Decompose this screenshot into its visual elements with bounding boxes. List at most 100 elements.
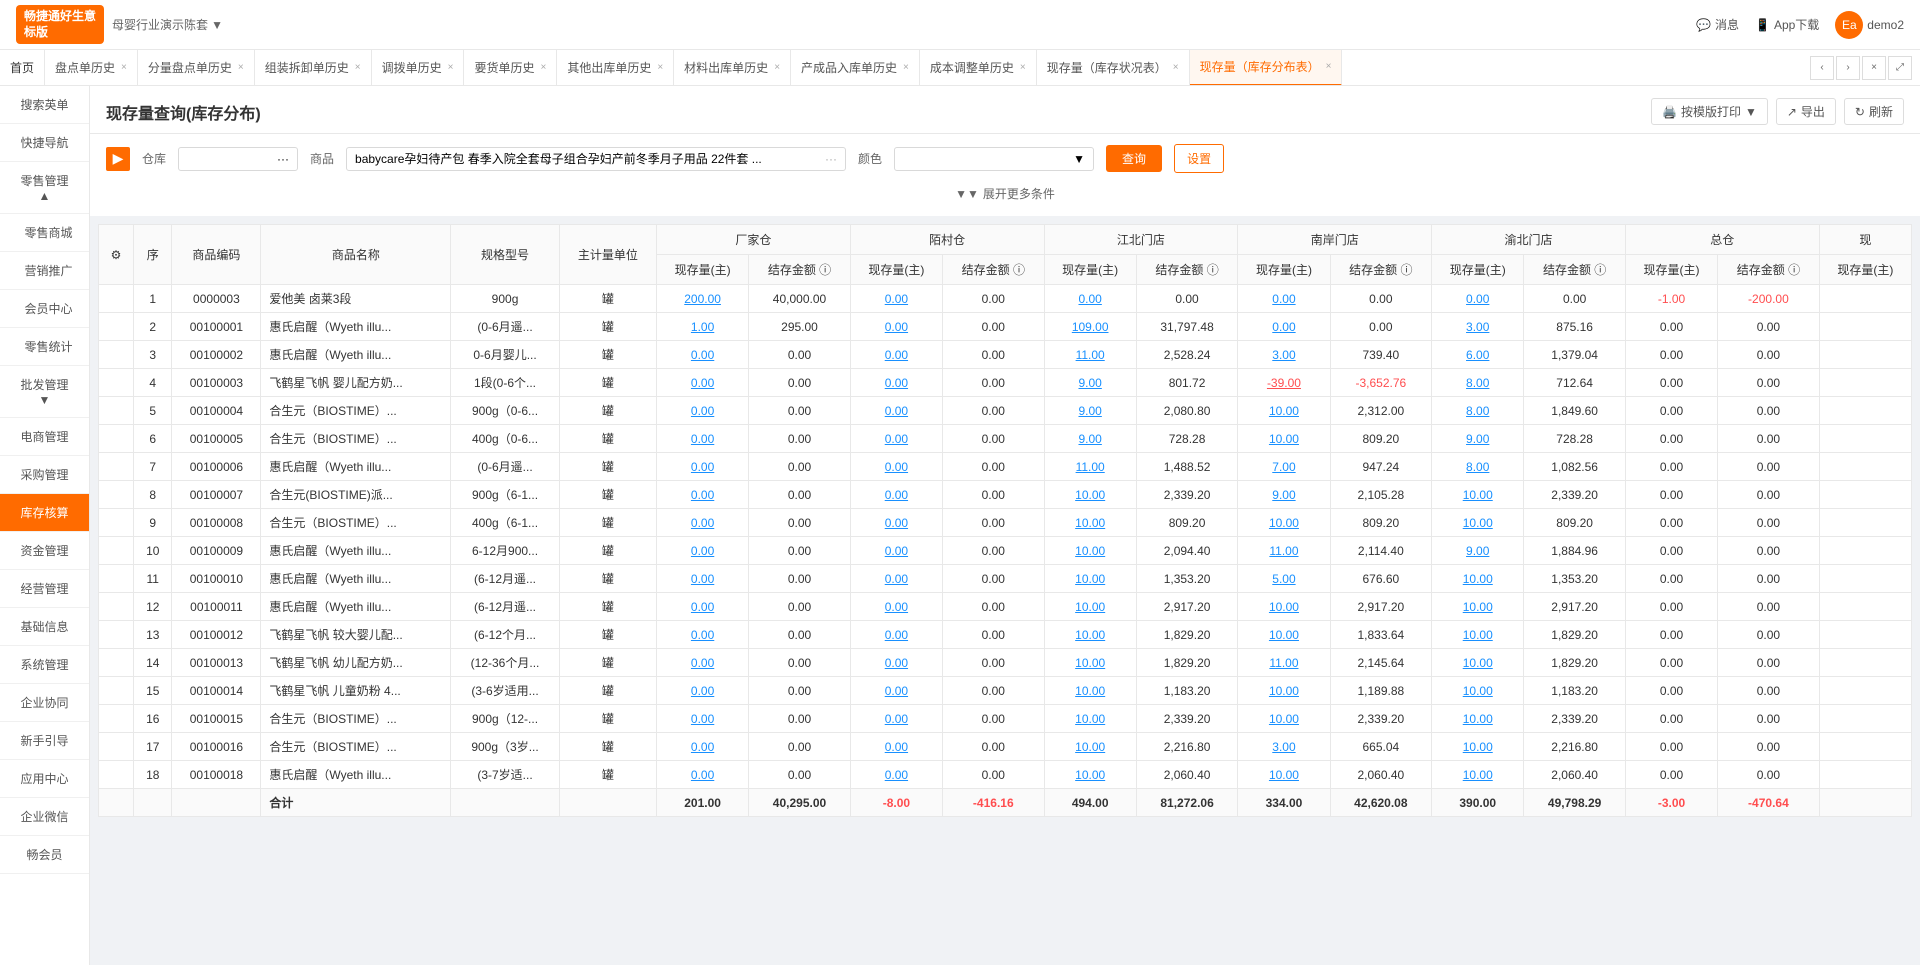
t-qty-header: 现存量(主) bbox=[1625, 255, 1717, 285]
close-tab-6[interactable]: × bbox=[657, 62, 663, 73]
sidebar-item-wechat-work[interactable]: 企业微信 bbox=[0, 798, 89, 836]
warehouse-5-header: 渝北门店 bbox=[1432, 225, 1626, 255]
close-tab-11[interactable]: × bbox=[1326, 61, 1332, 72]
nav-controls: ‹ › × ⤢ bbox=[1810, 56, 1920, 80]
data-table: ⚙ 序 商品编码 商品名称 规格型号 主计量单位 厂家仓 陌村仓 江北门店 南岸… bbox=[98, 224, 1912, 817]
tab-other-out[interactable]: 其他出库单历史 × bbox=[557, 50, 674, 86]
tab-cost-adjust[interactable]: 成本调整单历史 × bbox=[920, 50, 1037, 86]
sidebar-item-members-club[interactable]: 畅会员 bbox=[0, 836, 89, 874]
product-label: 商品 bbox=[310, 150, 334, 167]
close-tab-5[interactable]: × bbox=[540, 62, 546, 73]
sidebar-item-finance[interactable]: 资金管理 bbox=[0, 532, 89, 570]
table-container[interactable]: ⚙ 序 商品编码 商品名称 规格型号 主计量单位 厂家仓 陌村仓 江北门店 南岸… bbox=[90, 216, 1920, 965]
tab-home[interactable]: 首页 bbox=[0, 50, 45, 86]
close-tab-8[interactable]: × bbox=[903, 62, 909, 73]
expand-conditions-btn[interactable]: ▼▼ 展开更多条件 bbox=[106, 181, 1904, 206]
tab-inventory-count[interactable]: 盘点单历史 × bbox=[45, 50, 138, 86]
sidebar-item-marketing[interactable]: 营销推广 bbox=[0, 252, 89, 290]
tab-stock-status[interactable]: 现存量（库存状况表） × bbox=[1037, 50, 1190, 86]
nav-next-btn[interactable]: › bbox=[1836, 56, 1860, 80]
table-row: 1600100015合生元（BIOSTIME）...900g（12-...罐0.… bbox=[99, 705, 1912, 733]
messages-btn[interactable]: 💬 消息 bbox=[1696, 16, 1739, 33]
filter-expand-btn[interactable]: ▶ bbox=[106, 147, 130, 171]
close-tab-9[interactable]: × bbox=[1020, 62, 1026, 73]
table-row: 1400100013飞鹤星飞帆 幼儿配方奶...(12-36个月...罐0.00… bbox=[99, 649, 1912, 677]
warehouse-1-header: 厂家仓 bbox=[656, 225, 850, 255]
w4-qty-header: 现存量(主) bbox=[1238, 255, 1330, 285]
warehouse-label: 仓库 bbox=[142, 150, 166, 167]
sidebar-item-purchase[interactable]: 采购管理 bbox=[0, 456, 89, 494]
tab-stock-distribution[interactable]: 现存量（库存分布表） × bbox=[1190, 50, 1343, 86]
close-tab-4[interactable]: × bbox=[448, 62, 454, 73]
tab-purchase-order[interactable]: 要货单历史 × bbox=[464, 50, 557, 86]
table-row: 700100006惠氏启醒（Wyeth illu...(0-6月遥...罐0.0… bbox=[99, 453, 1912, 481]
close-tab-3[interactable]: × bbox=[355, 62, 361, 73]
close-tab-1[interactable]: × bbox=[121, 62, 127, 73]
sidebar-item-system[interactable]: 系统管理 bbox=[0, 646, 89, 684]
tab-assembly[interactable]: 组装拆卸单历史 × bbox=[255, 50, 372, 86]
setting-btn[interactable]: 设置 bbox=[1174, 144, 1224, 173]
sidebar-item-search[interactable]: 搜索英单 bbox=[0, 86, 89, 124]
avatar: Ea bbox=[1835, 11, 1863, 39]
col-spec-header: 规格型号 bbox=[451, 225, 559, 285]
sidebar-item-inventory[interactable]: 库存核算 bbox=[0, 494, 89, 532]
close-tab-2[interactable]: × bbox=[238, 62, 244, 73]
page-actions: 🖨️ 按模版打印 ▼ ↗ 导出 ↻ 刷新 bbox=[1651, 98, 1904, 125]
sidebar-item-enterprise[interactable]: 企业协同 bbox=[0, 684, 89, 722]
sidebar-item-wholesale[interactable]: 批发管理 ▼ bbox=[0, 366, 89, 418]
w5-amt-header: 结存金额 ⓘ bbox=[1524, 255, 1626, 285]
content-area: 现存量查询(库存分布) 🖨️ 按模版打印 ▼ ↗ 导出 ↻ 刷新 bbox=[90, 86, 1920, 965]
w3-amt-header: 结存金额 ⓘ bbox=[1136, 255, 1238, 285]
table-row: 1300100012飞鹤星飞帆 较大婴儿配...(6-12个月...罐0.000… bbox=[99, 621, 1912, 649]
table-row: 1100100010惠氏启醒（Wyeth illu...(6-12月遥...罐0… bbox=[99, 565, 1912, 593]
product-input-wrap: ··· bbox=[346, 147, 846, 171]
sidebar-item-member[interactable]: 会员中心 bbox=[0, 290, 89, 328]
sidebar-item-app-center[interactable]: 应用中心 bbox=[0, 760, 89, 798]
color-select[interactable]: ▼ bbox=[894, 147, 1094, 171]
search-btn[interactable]: 查询 bbox=[1106, 145, 1162, 172]
w2-amt-header: 结存金额 ⓘ bbox=[943, 255, 1045, 285]
table-row: 10000003爱他美 卤莱3段900g罐200.0040,000.000.00… bbox=[99, 285, 1912, 313]
top-right: 💬 消息 📱 App下载 Ea demo2 bbox=[1696, 11, 1904, 39]
w1-qty-header: 现存量(主) bbox=[656, 255, 748, 285]
print-btn[interactable]: 🖨️ 按模版打印 ▼ bbox=[1651, 98, 1768, 125]
product-input[interactable] bbox=[355, 152, 825, 166]
tab-transfer[interactable]: 调拨单历史 × bbox=[372, 50, 465, 86]
sidebar-item-quick-nav[interactable]: 快捷导航 bbox=[0, 124, 89, 162]
sidebar-item-retail-mall[interactable]: 零售商城 bbox=[0, 214, 89, 252]
nav-close-btn[interactable]: × bbox=[1862, 56, 1886, 80]
sidebar: 搜索英单 快捷导航 零售管理 ▲ 零售商城 营销推广 会员中心 零售统计 批发管… bbox=[0, 86, 90, 965]
subtitle: 母婴行业演示陈套 ▼ bbox=[112, 16, 223, 33]
main-layout: 搜索英单 快捷导航 零售管理 ▲ 零售商城 营销推广 会员中心 零售统计 批发管… bbox=[0, 86, 1920, 965]
nav-expand-btn[interactable]: ⤢ bbox=[1888, 56, 1912, 80]
table-row: 800100007合生元(BIOSTIME)派...900g（6-1...罐0.… bbox=[99, 481, 1912, 509]
tab-material-out[interactable]: 材料出库单历史 × bbox=[674, 50, 791, 86]
sidebar-item-ecommerce[interactable]: 电商管理 bbox=[0, 418, 89, 456]
table-row: 1700100016合生元（BIOSTIME）...900g（3岁...罐0.0… bbox=[99, 733, 1912, 761]
tab-product-in[interactable]: 产成品入库单历史 × bbox=[791, 50, 920, 86]
logo: 畅捷通好生意 标版 bbox=[16, 5, 104, 44]
refresh-btn[interactable]: ↻ 刷新 bbox=[1844, 98, 1904, 125]
top-bar: 畅捷通好生意 标版 母婴行业演示陈套 ▼ 💬 消息 📱 App下载 Ea dem… bbox=[0, 0, 1920, 50]
color-label: 颜色 bbox=[858, 150, 882, 167]
close-tab-7[interactable]: × bbox=[774, 62, 780, 73]
warehouse-select[interactable]: ··· bbox=[178, 147, 298, 171]
col-code-header: 商品编码 bbox=[172, 225, 261, 285]
app-download-btn[interactable]: 📱 App下载 bbox=[1755, 16, 1819, 33]
sidebar-item-guide[interactable]: 新手引导 bbox=[0, 722, 89, 760]
sidebar-item-retail-mgmt[interactable]: 零售管理 ▲ bbox=[0, 162, 89, 214]
total-row: 合计201.0040,295.00-8.00-416.16494.0081,27… bbox=[99, 789, 1912, 817]
col-name-header: 商品名称 bbox=[261, 225, 451, 285]
nav-prev-btn[interactable]: ‹ bbox=[1810, 56, 1834, 80]
close-tab-10[interactable]: × bbox=[1173, 62, 1179, 73]
export-btn[interactable]: ↗ 导出 bbox=[1776, 98, 1836, 125]
user-profile[interactable]: Ea demo2 bbox=[1835, 11, 1904, 39]
sidebar-item-basic-info[interactable]: 基础信息 bbox=[0, 608, 89, 646]
table-row: 200100001惠氏启醒（Wyeth illu...(0-6月遥...罐1.0… bbox=[99, 313, 1912, 341]
w2-qty-header: 现存量(主) bbox=[850, 255, 942, 285]
tab-sub-inventory[interactable]: 分量盘点单历史 × bbox=[138, 50, 255, 86]
sidebar-item-retail-stats[interactable]: 零售统计 bbox=[0, 328, 89, 366]
col-settings-header[interactable]: ⚙ bbox=[99, 225, 134, 285]
sidebar-item-operations[interactable]: 经营管理 bbox=[0, 570, 89, 608]
table-row: 1500100014飞鹤星飞帆 儿童奶粉 4...(3-6岁适用...罐0.00… bbox=[99, 677, 1912, 705]
